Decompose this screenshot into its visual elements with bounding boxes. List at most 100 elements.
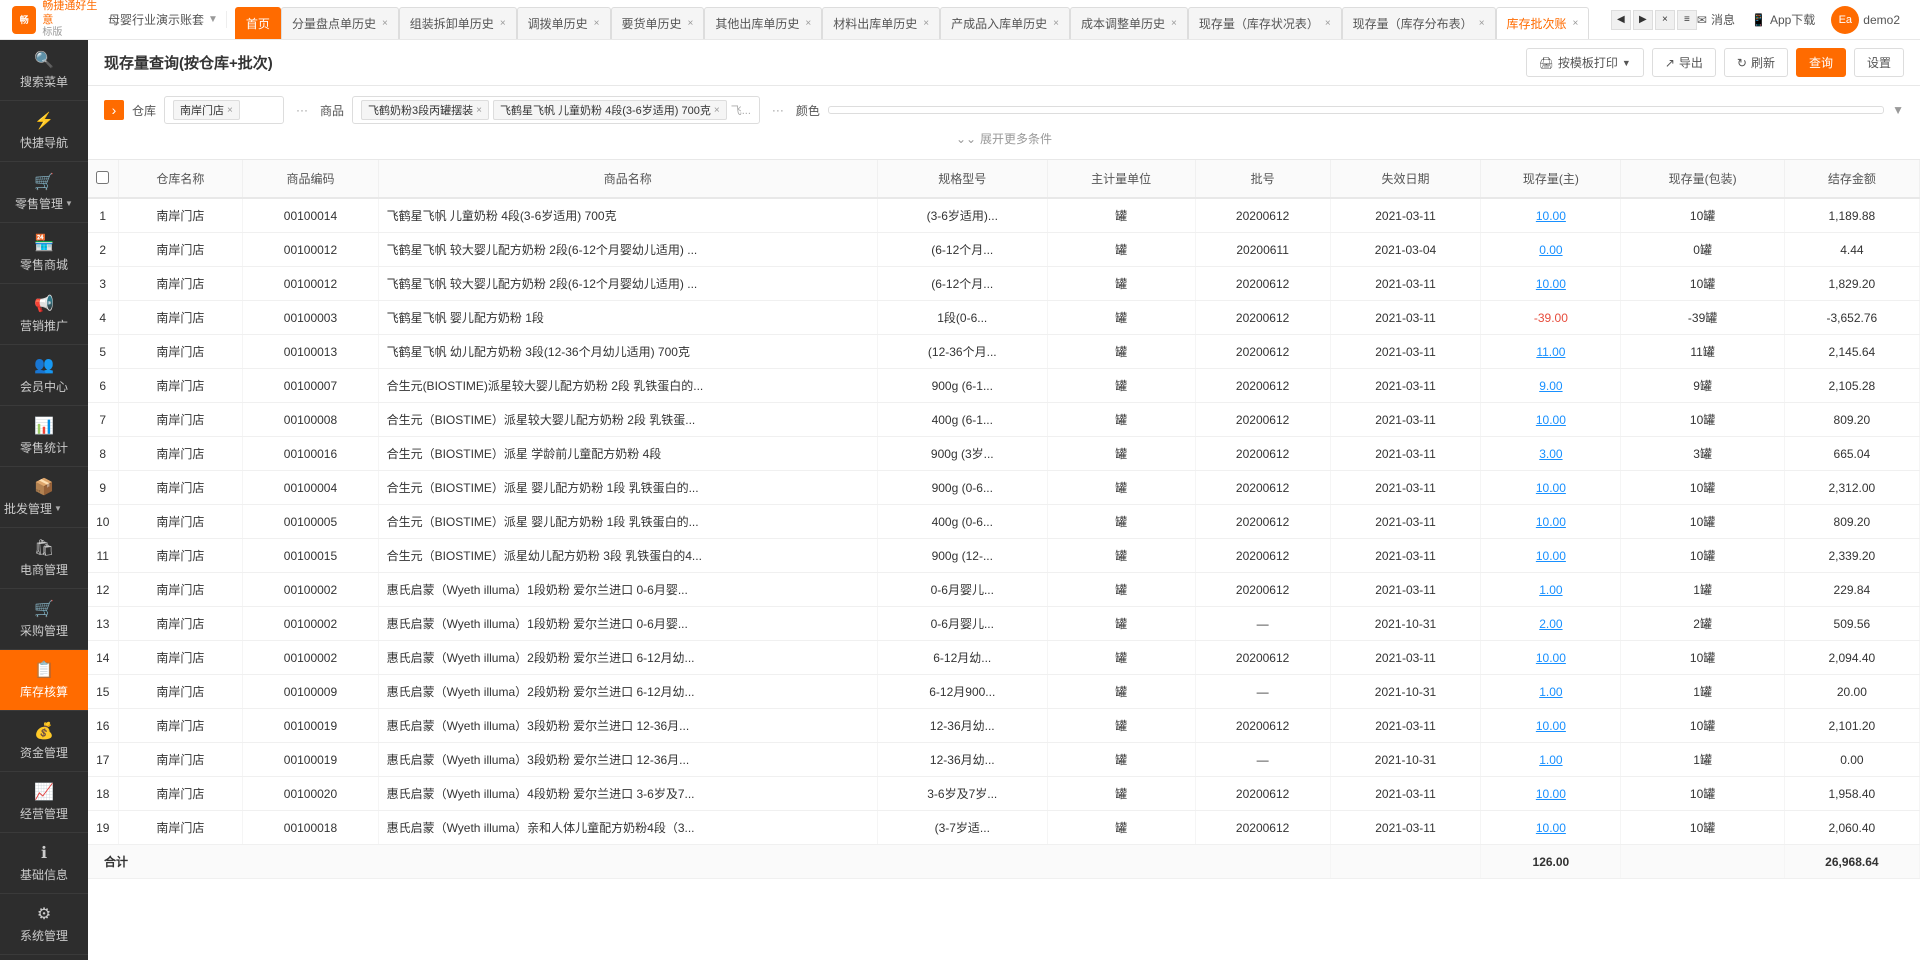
- row-amount: 2,339.20: [1784, 539, 1919, 573]
- tab-menu-button[interactable]: ≡: [1677, 10, 1697, 30]
- remove-product-tag-2-icon[interactable]: ×: [714, 105, 720, 116]
- tab-3[interactable]: 调拨单历史 ×: [517, 7, 611, 39]
- query-button[interactable]: 查询: [1796, 48, 1846, 77]
- sidebar-item-retail-stats[interactable]: 📊 零售统计: [0, 406, 88, 467]
- row-index: 15: [88, 675, 118, 709]
- col-name: 商品名称: [378, 160, 877, 198]
- tab-2[interactable]: 组装拆卸单历史 ×: [399, 7, 517, 39]
- tab-4[interactable]: 要货单历史 ×: [611, 7, 705, 39]
- row-qty-main[interactable]: 10.00: [1481, 777, 1621, 811]
- row-qty-pkg: 1罐: [1621, 573, 1784, 607]
- row-qty-main[interactable]: 10.00: [1481, 403, 1621, 437]
- sidebar-item-ecommerce[interactable]: 🛍 电商管理: [0, 528, 88, 589]
- row-qty-main[interactable]: 10.00: [1481, 505, 1621, 539]
- tab-close-button[interactable]: ×: [1655, 10, 1675, 30]
- row-qty-main[interactable]: 10.00: [1481, 471, 1621, 505]
- close-icon[interactable]: ×: [500, 18, 506, 29]
- row-qty-main[interactable]: 10.00: [1481, 267, 1621, 301]
- messages-button[interactable]: ✉ 消息: [1697, 11, 1735, 28]
- tab-8[interactable]: 成本调整单历史 ×: [1070, 7, 1188, 39]
- user-menu[interactable]: Ea demo2: [1831, 6, 1900, 34]
- product-more-button[interactable]: ···: [768, 103, 788, 117]
- close-icon[interactable]: ×: [382, 18, 388, 29]
- tab-home[interactable]: 首页: [235, 7, 281, 39]
- row-unit: 罐: [1047, 675, 1195, 709]
- remove-warehouse-tag-icon[interactable]: ×: [227, 105, 233, 116]
- tab-next-button[interactable]: ▶: [1633, 10, 1653, 30]
- sidebar-item-inventory[interactable]: 📋 库存核算: [0, 650, 88, 711]
- tab-5[interactable]: 其他出库单历史 ×: [704, 7, 822, 39]
- row-qty-main[interactable]: 9.00: [1481, 369, 1621, 403]
- row-batch: 20200612: [1195, 335, 1330, 369]
- row-amount: 1,189.88: [1784, 198, 1919, 233]
- row-qty-main[interactable]: 3.00: [1481, 437, 1621, 471]
- close-icon[interactable]: ×: [688, 18, 694, 29]
- row-qty-main[interactable]: -39.00: [1481, 301, 1621, 335]
- close-icon[interactable]: ×: [1479, 18, 1485, 29]
- sidebar-item-enterprise[interactable]: 🤝 企业协同: [0, 955, 88, 960]
- tab-6[interactable]: 材料出库单历史 ×: [822, 7, 940, 39]
- sidebar-item-system[interactable]: ⚙ 系统管理: [0, 894, 88, 955]
- row-qty-main[interactable]: 0.00: [1481, 233, 1621, 267]
- tab-active[interactable]: 库存批次账 ×: [1496, 7, 1590, 39]
- row-qty-main[interactable]: 11.00: [1481, 335, 1621, 369]
- export-button[interactable]: ↗ 导出: [1652, 48, 1716, 77]
- sidebar-item-retail-mgmt[interactable]: 🛒 零售管理 ▼: [0, 162, 88, 223]
- row-qty-main[interactable]: 2.00: [1481, 607, 1621, 641]
- tab-10[interactable]: 现存量（库存分布表） ×: [1342, 7, 1496, 39]
- warehouse-filter[interactable]: 南岸门店 ×: [164, 96, 284, 124]
- tab-1[interactable]: 分量盘点单历史 ×: [281, 7, 399, 39]
- sidebar-item-wholesale[interactable]: 📦 批发管理 ▼: [0, 467, 88, 528]
- select-all-checkbox[interactable]: [96, 171, 109, 184]
- row-expire: 2021-03-11: [1330, 811, 1481, 845]
- sidebar-item-purchase[interactable]: 🛒 采购管理: [0, 589, 88, 650]
- row-warehouse: 南岸门店: [118, 233, 243, 267]
- row-qty-main[interactable]: 1.00: [1481, 573, 1621, 607]
- close-icon[interactable]: ×: [1573, 18, 1579, 29]
- print-template-button[interactable]: 🖨 按模板打印 ▼: [1526, 48, 1644, 77]
- row-qty-main[interactable]: 10.00: [1481, 198, 1621, 233]
- row-qty-main[interactable]: 1.00: [1481, 675, 1621, 709]
- row-qty-main[interactable]: 10.00: [1481, 811, 1621, 845]
- product-filter[interactable]: 飞鹤奶粉3段丙罐摆装 × 飞鹤星飞帆 儿童奶粉 4段(3-6岁适用) 700克 …: [352, 96, 760, 124]
- sidebar-item-quick-nav[interactable]: ⚡ 快捷导航: [0, 101, 88, 162]
- industry-selector[interactable]: 母婴行业演示账套 ▼: [100, 11, 227, 28]
- settings-button[interactable]: 设置: [1854, 48, 1904, 77]
- sidebar-item-finance[interactable]: 💰 资金管理: [0, 711, 88, 772]
- warehouse-more-button[interactable]: ···: [292, 103, 312, 117]
- expand-filter-button[interactable]: ›: [104, 100, 124, 120]
- expand-conditions-button[interactable]: ⌄⌄ 展开更多条件: [104, 124, 1904, 149]
- row-qty-pkg: 10罐: [1621, 198, 1784, 233]
- tab-9[interactable]: 现存量（库存状况表） ×: [1188, 7, 1342, 39]
- row-batch: —: [1195, 607, 1330, 641]
- remove-product-tag-1-icon[interactable]: ×: [476, 105, 482, 116]
- table-container[interactable]: 仓库名称 商品编码 商品名称 规格型号 主计量单位 批号 失效日期 现存量(主)…: [88, 160, 1920, 960]
- color-dropdown-icon[interactable]: ▼: [1892, 103, 1904, 117]
- close-icon[interactable]: ×: [594, 18, 600, 29]
- sidebar-item-retail-mall[interactable]: 🏪 零售商城: [0, 223, 88, 284]
- tab-prev-button[interactable]: ◀: [1611, 10, 1631, 30]
- footer-empty2: [1621, 845, 1784, 879]
- tab-7[interactable]: 产成品入库单历史 ×: [940, 7, 1070, 39]
- sidebar-item-basic-info[interactable]: ℹ 基础信息: [0, 833, 88, 894]
- close-icon[interactable]: ×: [1053, 18, 1059, 29]
- avatar: Ea: [1831, 6, 1859, 34]
- sidebar-item-members[interactable]: 👥 会员中心: [0, 345, 88, 406]
- app-download-button[interactable]: 📱 App下载: [1751, 11, 1815, 28]
- close-icon[interactable]: ×: [805, 18, 811, 29]
- sidebar-item-marketing[interactable]: 📢 营销推广: [0, 284, 88, 345]
- row-qty-main[interactable]: 1.00: [1481, 743, 1621, 777]
- refresh-button[interactable]: ↻ 刷新: [1724, 48, 1788, 77]
- row-batch: 20200612: [1195, 811, 1330, 845]
- row-index: 12: [88, 573, 118, 607]
- close-icon[interactable]: ×: [1325, 18, 1331, 29]
- sidebar-item-management[interactable]: 📈 经营管理: [0, 772, 88, 833]
- row-qty-pkg: 1罐: [1621, 743, 1784, 777]
- sidebar-item-search[interactable]: 🔍 搜索菜单: [0, 40, 88, 101]
- color-filter[interactable]: [828, 106, 1884, 114]
- close-icon[interactable]: ×: [1171, 18, 1177, 29]
- row-qty-main[interactable]: 10.00: [1481, 539, 1621, 573]
- row-qty-main[interactable]: 10.00: [1481, 641, 1621, 675]
- close-icon[interactable]: ×: [923, 18, 929, 29]
- row-qty-main[interactable]: 10.00: [1481, 709, 1621, 743]
